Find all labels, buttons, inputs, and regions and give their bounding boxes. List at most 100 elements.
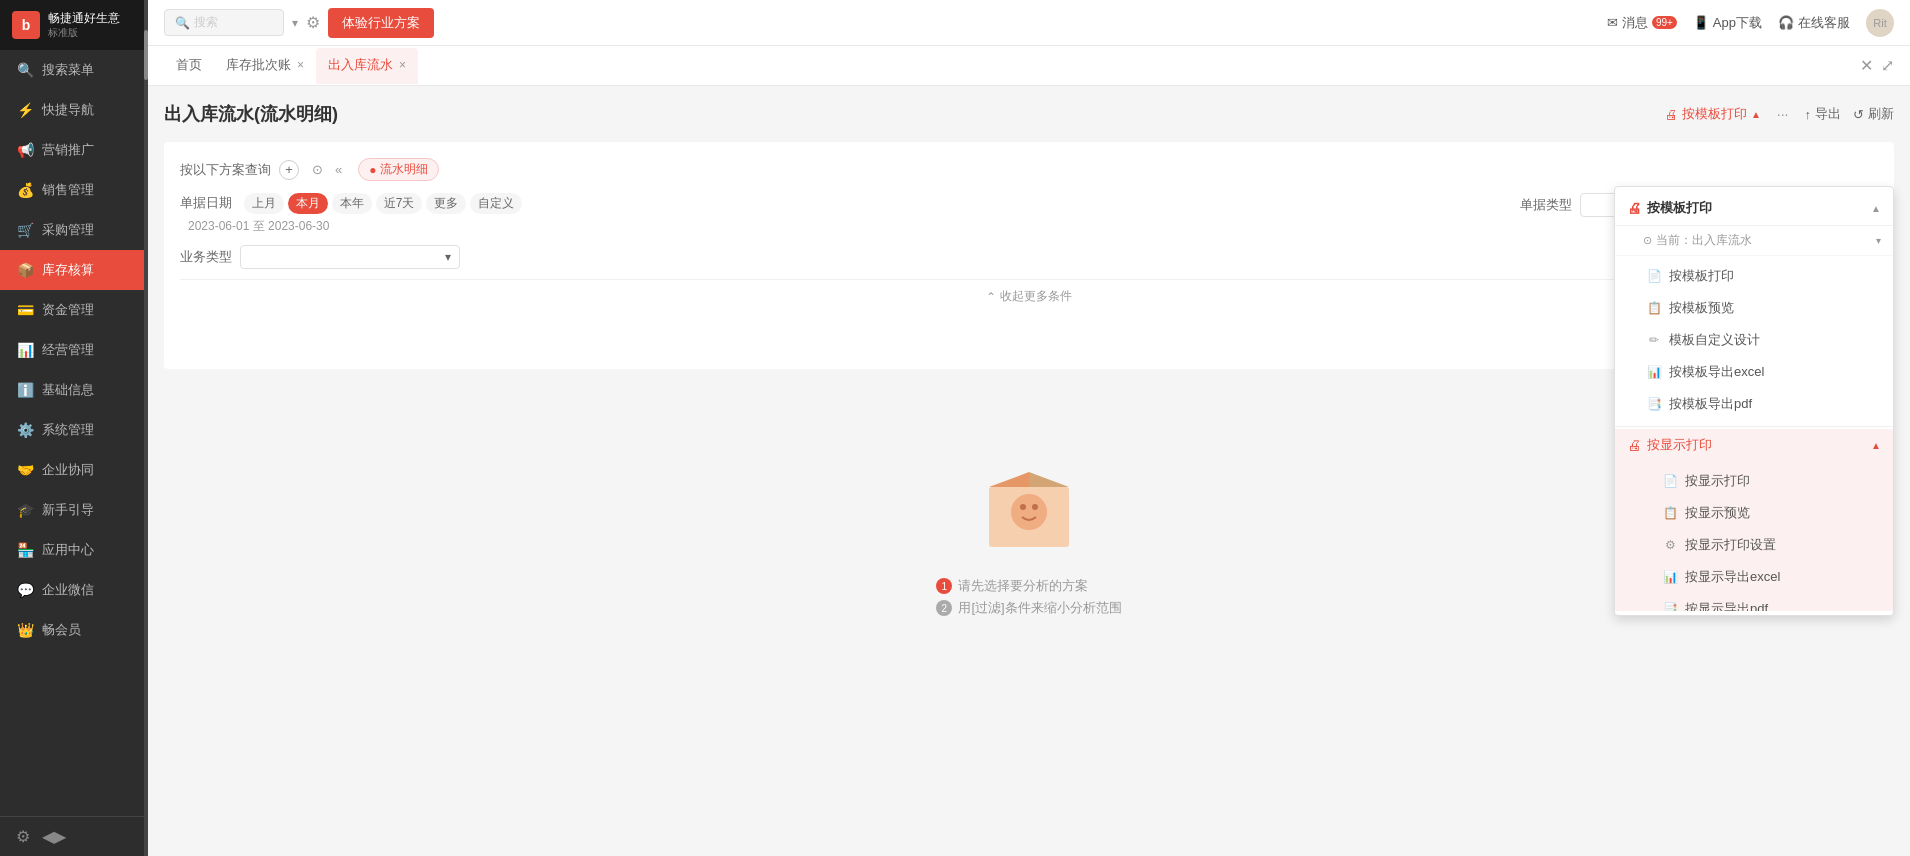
tab-in-out-flow-close[interactable]: × bbox=[399, 58, 406, 72]
display-print-settings-item[interactable]: ⚙ 按显示打印设置 bbox=[1631, 529, 1893, 561]
print-more-options[interactable]: ··· bbox=[1773, 106, 1793, 122]
business-type-chevron: ▾ bbox=[445, 250, 451, 264]
print-template-excel-item[interactable]: 📊 按模板导出excel bbox=[1615, 356, 1893, 388]
close-tab-btn[interactable]: ✕ bbox=[1860, 56, 1873, 75]
refresh-button[interactable]: ↺ 刷新 bbox=[1853, 105, 1894, 123]
sidebar-item-guide[interactable]: 🎓 新手引导 bbox=[0, 490, 148, 530]
display-preview-icon: 📋 bbox=[1663, 506, 1677, 520]
date-range-display: 2023-06-01 至 2023-06-30 bbox=[188, 218, 522, 235]
export-button[interactable]: ↑ 导出 bbox=[1805, 105, 1842, 123]
print-template-print-item[interactable]: 📄 按模板打印 bbox=[1615, 260, 1893, 292]
tab-inventory-batch-close[interactable]: × bbox=[297, 58, 304, 72]
sidebar-item-operations[interactable]: 📊 经营管理 bbox=[0, 330, 148, 370]
tab-in-out-flow[interactable]: 出入库流水 × bbox=[316, 48, 418, 84]
hint-number-1: 1 bbox=[936, 578, 952, 594]
gear-icon: ⚙️ bbox=[16, 421, 34, 439]
app-logo-text: 畅捷通好生意 标准版 bbox=[48, 11, 120, 40]
box-icon: 📦 bbox=[16, 261, 34, 279]
current-label-icon: ⊙ bbox=[1643, 234, 1652, 247]
sidebar-item-weixin[interactable]: 💬 企业微信 bbox=[0, 570, 148, 610]
industry-solution-button[interactable]: 体验行业方案 bbox=[328, 8, 434, 38]
date-pill-more[interactable]: 更多 bbox=[426, 193, 466, 214]
display-print-item[interactable]: 📄 按显示打印 bbox=[1631, 465, 1893, 497]
display-print-section: 📄 按显示打印 📋 按显示预览 ⚙ 按显示打印设置 📊 按显示导出excel bbox=[1615, 461, 1893, 611]
sidebar-item-collaboration[interactable]: 🤝 企业协同 bbox=[0, 450, 148, 490]
printer-icon: 🖨 bbox=[1665, 107, 1678, 122]
card-icon: 💳 bbox=[16, 301, 34, 319]
display-excel-item[interactable]: 📊 按显示导出excel bbox=[1631, 561, 1893, 593]
maximize-tab-btn[interactable]: ⤢ bbox=[1881, 56, 1894, 75]
settings-footer-icon[interactable]: ⚙ bbox=[16, 827, 30, 846]
crown-icon: 👑 bbox=[16, 621, 34, 639]
customer-service-btn[interactable]: 🎧 在线客服 bbox=[1778, 14, 1850, 32]
date-pill-last-month[interactable]: 上月 bbox=[244, 193, 284, 214]
sidebar-item-basic-info[interactable]: ℹ️ 基础信息 bbox=[0, 370, 148, 410]
user-avatar[interactable]: Rit bbox=[1866, 9, 1894, 37]
doc-print-icon: 📄 bbox=[1647, 269, 1661, 283]
topbar-gear-btn[interactable]: ⚙ bbox=[306, 13, 320, 32]
svg-point-4 bbox=[1020, 504, 1026, 510]
sidebar-item-vip[interactable]: 👑 畅会员 bbox=[0, 610, 148, 650]
refresh-icon: ↺ bbox=[1853, 107, 1864, 122]
current-section-chevron: ▾ bbox=[1876, 235, 1881, 246]
sidebar-item-app-center[interactable]: 🏪 应用中心 bbox=[0, 530, 148, 570]
sidebar-nav: 🔍 搜索菜单 ⚡ 快捷导航 📢 营销推广 💰 销售管理 🛒 采购管理 📦 库存核… bbox=[0, 50, 148, 816]
tab-bar: 首页 库存批次账 × 出入库流水 × ✕ ⤢ bbox=[148, 46, 1910, 86]
sidebar-item-search[interactable]: 🔍 搜索菜单 bbox=[0, 50, 148, 90]
date-pill-this-year[interactable]: 本年 bbox=[332, 193, 372, 214]
sidebar-item-finance[interactable]: 💳 资金管理 bbox=[0, 290, 148, 330]
tab-home[interactable]: 首页 bbox=[164, 48, 214, 84]
active-filter-tag: ● 流水明细 bbox=[358, 158, 439, 181]
hint-number-2: 2 bbox=[936, 600, 952, 616]
date-filter-group: 单据日期 上月 本月 本年 近7天 更多 自定义 2023-06-01 至 20… bbox=[180, 193, 522, 235]
collapse-icon: ⌃ bbox=[986, 290, 996, 304]
page-title: 出入库流水(流水明细) bbox=[164, 102, 338, 126]
doc-preview-icon: 📋 bbox=[1647, 301, 1661, 315]
excel-icon: 📊 bbox=[1647, 365, 1661, 379]
print-template-pdf-item[interactable]: 📑 按模板导出pdf bbox=[1615, 388, 1893, 420]
sidebar-footer: ⚙ ◀▶ bbox=[0, 816, 148, 856]
collapse-sidebar-icon[interactable]: ◀▶ bbox=[42, 827, 66, 846]
chart-icon: 📊 bbox=[16, 341, 34, 359]
megaphone-icon: 📢 bbox=[16, 141, 34, 159]
tab-inventory-batch[interactable]: 库存批次账 × bbox=[214, 48, 316, 84]
date-pill-custom[interactable]: 自定义 bbox=[470, 193, 522, 214]
sidebar-logo: b 畅捷通好生意 标准版 bbox=[0, 0, 148, 50]
topbar-dropdown-arrow[interactable]: ▾ bbox=[292, 16, 298, 30]
print-template-design-item[interactable]: ✏ 模板自定义设计 bbox=[1615, 324, 1893, 356]
print-template-button[interactable]: 🖨 按模板打印 ▲ bbox=[1665, 105, 1761, 123]
topbar-search-box[interactable]: 🔍 搜索 bbox=[164, 9, 284, 36]
sidebar-item-sales[interactable]: 💰 销售管理 bbox=[0, 170, 148, 210]
sidebar-item-quick-nav[interactable]: ⚡ 快捷导航 bbox=[0, 90, 148, 130]
print-template-preview-item[interactable]: 📋 按模板预览 bbox=[1615, 292, 1893, 324]
display-pdf-item[interactable]: 📑 按显示导出pdf bbox=[1631, 593, 1893, 611]
business-type-group: 业务类型 ▾ bbox=[180, 245, 460, 269]
sidebar-item-purchase[interactable]: 🛒 采购管理 bbox=[0, 210, 148, 250]
template-print-section: 📄 按模板打印 📋 按模板预览 ✏ 模板自定义设计 📊 按模板导出excel bbox=[1615, 256, 1893, 424]
flash-icon: ⚡ bbox=[16, 101, 34, 119]
date-pill-7days[interactable]: 近7天 bbox=[376, 193, 423, 214]
display-section-chevron: ▲ bbox=[1871, 440, 1881, 451]
date-pill-this-month[interactable]: 本月 bbox=[288, 193, 328, 214]
display-pdf-icon: 📑 bbox=[1663, 602, 1677, 611]
sidebar-item-inventory[interactable]: 📦 库存核算 bbox=[0, 250, 148, 290]
headset-icon: 🎧 bbox=[1778, 15, 1794, 30]
filter-header: 按以下方案查询 + ⊙ « ● 流水明细 bbox=[180, 158, 1878, 181]
filter-add-button[interactable]: + bbox=[279, 160, 299, 180]
display-preview-item[interactable]: 📋 按显示预览 bbox=[1631, 497, 1893, 529]
topbar-right: ✉ 消息 99+ 📱 App下载 🎧 在线客服 Rit bbox=[1607, 9, 1894, 37]
business-type-select[interactable]: ▾ bbox=[240, 245, 460, 269]
sidebar-item-marketing[interactable]: 📢 营销推广 bbox=[0, 130, 148, 170]
sidebar-item-system[interactable]: ⚙️ 系统管理 bbox=[0, 410, 148, 450]
print-dropdown-panel: 🖨 按模板打印 ▲ ⊙ 当前：出入库流水 ▾ 📄 bbox=[1614, 186, 1894, 616]
collapse-filter-link[interactable]: ⌃ 收起更多条件 bbox=[986, 288, 1072, 305]
app-download-btn[interactable]: 📱 App下载 bbox=[1693, 14, 1762, 32]
display-print-section-header[interactable]: 🖨 按显示打印 ▲ bbox=[1615, 429, 1893, 461]
topbar: 🔍 搜索 ▾ ⚙ 体验行业方案 ✉ 消息 99+ 📱 App下载 🎧 在线客服 … bbox=[148, 0, 1910, 46]
filter-settings-btn[interactable]: ⊙ bbox=[307, 160, 327, 180]
sidebar: b 畅捷通好生意 标准版 🔍 搜索菜单 ⚡ 快捷导航 📢 营销推广 💰 销售管理… bbox=[0, 0, 148, 856]
cart-icon: 🛒 bbox=[16, 221, 34, 239]
display-print-header-icon: 🖨 bbox=[1627, 437, 1641, 453]
filter-toggle-btn[interactable]: « bbox=[335, 162, 342, 177]
message-btn[interactable]: ✉ 消息 99+ bbox=[1607, 14, 1677, 32]
